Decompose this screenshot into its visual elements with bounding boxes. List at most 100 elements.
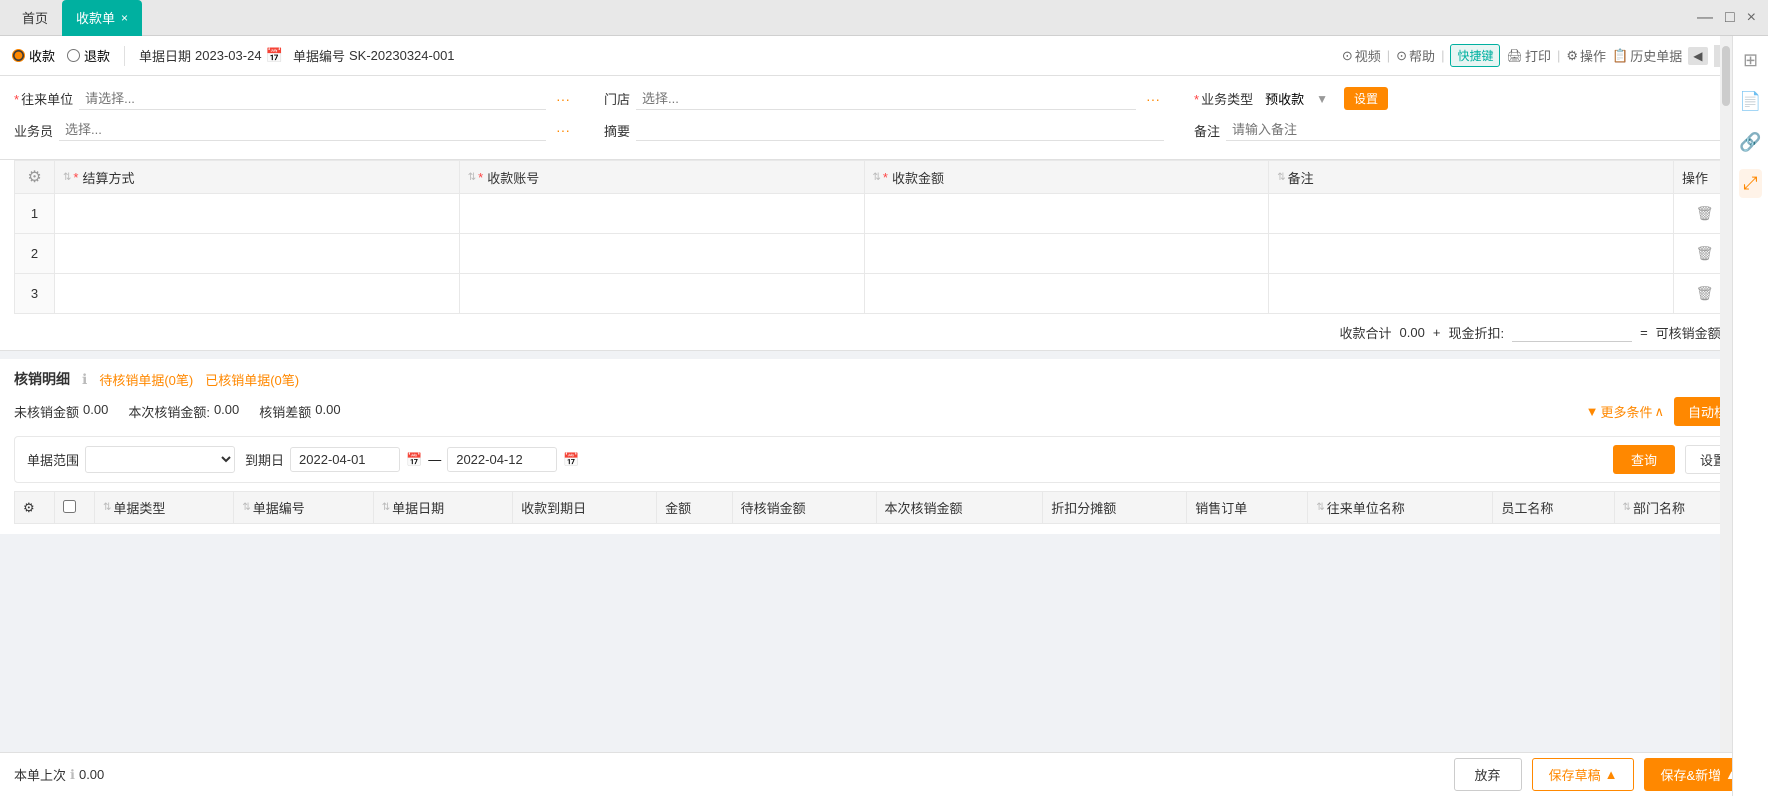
help-btn[interactable]: ⊙ 帮助 [1396, 46, 1435, 65]
sidebar-link-icon[interactable]: 🔗 [1735, 128, 1765, 157]
settings-button[interactable]: 设置 [1344, 87, 1388, 110]
select-all-checkbox[interactable] [63, 500, 76, 513]
sidebar-doc-icon[interactable]: 📄 [1735, 87, 1765, 116]
close-icon[interactable]: × [1743, 7, 1760, 29]
row3-account-input[interactable] [460, 274, 864, 313]
sidebar-expand-icon[interactable]: ⤢ [1739, 169, 1761, 198]
remark-input[interactable] [1226, 119, 1754, 141]
col-pending-header: 待核销金额 [732, 492, 876, 524]
footer-actions: 放弃 保存草稿 ▲ 保存&新增 ▲ [1454, 758, 1754, 791]
col-checkbox-header [55, 492, 95, 524]
radio-shoukuan[interactable]: 收款 [12, 46, 55, 65]
row2-settlement-input[interactable] [55, 234, 459, 273]
save-draft-dropdown-icon[interactable]: ▲ [1605, 767, 1618, 782]
pending-tab-link[interactable]: 待核销单据(0笔) [99, 370, 193, 389]
row2-account[interactable] [459, 234, 864, 274]
sidebar-table-icon[interactable]: ⊞ [1739, 46, 1762, 75]
row3-remark-input[interactable] [1269, 274, 1673, 313]
salesperson-input[interactable] [59, 119, 546, 141]
scrollbar-area[interactable] [1720, 36, 1732, 752]
maximize-icon[interactable]: □ [1721, 7, 1739, 29]
more-conditions-btn[interactable]: ▼ 更多条件 ∧ [1586, 402, 1664, 421]
row2-amount[interactable] [864, 234, 1269, 274]
done-tab-link[interactable]: 已核销单据(0笔) [205, 370, 299, 389]
net-label: 可核销金额 [1656, 323, 1721, 342]
row3-amount-input[interactable] [865, 274, 1269, 313]
row2-account-input[interactable] [460, 234, 864, 273]
table-row: 2 🗑 ⊕ [15, 234, 1754, 274]
tab-home[interactable]: 首页 [8, 0, 62, 36]
bill-range-select[interactable] [85, 446, 235, 473]
row3-settlement-input[interactable] [55, 274, 459, 313]
salesperson-more-btn[interactable]: ··· [552, 122, 574, 138]
row3-amount[interactable] [864, 274, 1269, 314]
col-date-header: ⇅ 单据日期 [373, 492, 512, 524]
discount-label: 现金折扣: [1448, 323, 1504, 342]
row2-amount-input[interactable] [865, 234, 1269, 273]
remark-label: 备注 [1194, 121, 1220, 140]
business-type-dropdown-icon[interactable]: ▼ [1316, 92, 1328, 106]
row1-remark-input[interactable] [1269, 194, 1673, 233]
radio-tuikuan[interactable]: 退款 [67, 46, 110, 65]
abandon-button[interactable]: 放弃 [1454, 758, 1522, 791]
col-discount-header: 折扣分摊额 [1043, 492, 1187, 524]
operations-icon: ⚙ [1566, 48, 1578, 64]
table-settings-icon[interactable]: ⚙ [27, 169, 41, 186]
row1-settlement[interactable] [55, 194, 460, 234]
row2-remark[interactable] [1269, 234, 1674, 274]
tab-current[interactable]: 收款单 × [62, 0, 142, 36]
scrollbar-thumb[interactable] [1722, 46, 1730, 106]
row2-delete-icon[interactable]: 🗑 [1696, 245, 1714, 262]
prev-arrow[interactable]: ◀ [1688, 47, 1707, 65]
calendar-to-icon[interactable]: 📅 [563, 452, 579, 468]
summary-input[interactable] [636, 119, 1164, 141]
save-draft-button[interactable]: 保存草稿 ▲ [1532, 758, 1635, 791]
date-to-input[interactable] [447, 447, 557, 472]
info-icon2[interactable]: ℹ [70, 767, 75, 783]
salesperson-field: 业务员 ··· [14, 119, 574, 141]
date-from-input[interactable] [290, 447, 400, 472]
col-no-header: ⇅ 单据编号 [234, 492, 373, 524]
business-type-label: *业务类型 [1194, 89, 1253, 108]
diff-value: 0.00 [315, 402, 340, 421]
this-time-value: 0.00 [214, 402, 239, 421]
partner-input[interactable] [79, 88, 546, 110]
col-due-header: 收款到期日 [513, 492, 657, 524]
tab-close-icon[interactable]: × [121, 11, 128, 25]
operations-btn[interactable]: ⚙ 操作 [1566, 46, 1606, 65]
radio-shoukuan-input[interactable] [12, 49, 25, 62]
query-button[interactable]: 查询 [1613, 445, 1675, 474]
total-label: 收款合计 [1340, 323, 1392, 342]
shortcut-button[interactable]: 快捷键 [1450, 44, 1500, 67]
row2-remark-input[interactable] [1269, 234, 1673, 273]
video-btn[interactable]: ⊙ 视频 [1342, 46, 1381, 65]
row1-delete-icon[interactable]: 🗑 [1696, 205, 1714, 222]
print-btn[interactable]: 🖨 打印 [1506, 46, 1551, 65]
row2-settlement[interactable] [55, 234, 460, 274]
writeoff-info-icon[interactable]: ℹ [82, 371, 87, 388]
summary-field: 摘要 [604, 119, 1164, 141]
row1-settlement-input[interactable] [55, 194, 459, 233]
shop-more-btn[interactable]: ··· [1142, 91, 1164, 107]
table2-settings-icon[interactable]: ⚙ [23, 500, 35, 515]
shop-input[interactable] [636, 88, 1136, 110]
row1-account[interactable] [459, 194, 864, 234]
partner-more-btn[interactable]: ··· [552, 91, 574, 107]
row3-remark[interactable] [1269, 274, 1674, 314]
row1-amount[interactable] [864, 194, 1269, 234]
divider1 [124, 46, 125, 66]
history-btn[interactable]: 📋 历史单据 [1612, 46, 1682, 65]
row3-delete-icon[interactable]: 🗑 [1696, 285, 1714, 302]
minimize-icon[interactable]: — [1693, 7, 1717, 29]
discount-input[interactable] [1512, 322, 1632, 342]
calendar-icon[interactable]: 📅 [266, 47, 283, 64]
row1-amount-input[interactable] [865, 194, 1269, 233]
row1-account-input[interactable] [460, 194, 864, 233]
calendar-from-icon[interactable]: 📅 [406, 452, 422, 468]
col-account-header: ⇅ * 收款账号 [459, 161, 864, 194]
radio-tuikuan-input[interactable] [67, 49, 80, 62]
row3-account[interactable] [459, 274, 864, 314]
row1-remark[interactable] [1269, 194, 1674, 234]
table-row: 3 🗑 ⊕ [15, 274, 1754, 314]
row3-settlement[interactable] [55, 274, 460, 314]
